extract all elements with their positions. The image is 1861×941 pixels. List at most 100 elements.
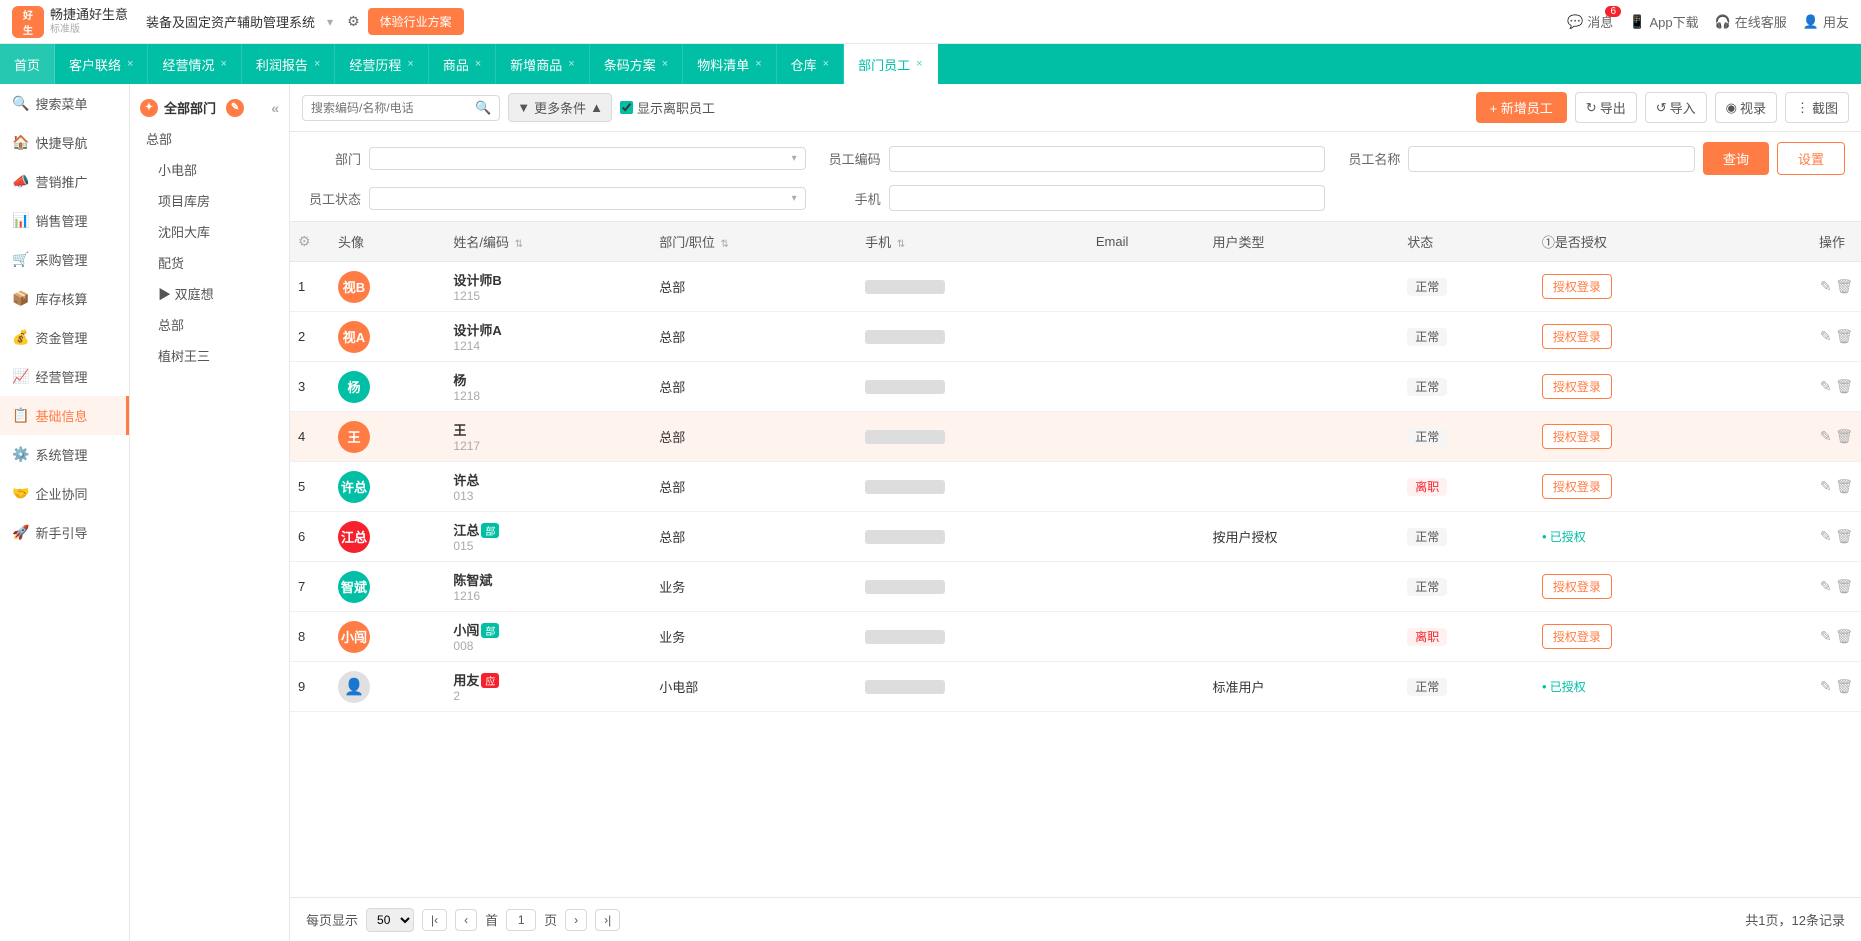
delete-icon[interactable]: 🗑 (1835, 678, 1853, 694)
user-btn[interactable]: 👤 用友 (1803, 12, 1849, 31)
edit-icon[interactable]: ✎ (1820, 628, 1832, 644)
status-select[interactable]: ▾ (369, 187, 806, 210)
edit-icon[interactable]: ✎ (1820, 428, 1832, 444)
message-btn[interactable]: 💬 消息 6 (1567, 12, 1613, 31)
dept-item-沈阳大库[interactable]: 沈阳大库 (130, 216, 289, 247)
close-icon[interactable]: × (568, 58, 574, 70)
sidebar-item-新手引导[interactable]: 🚀新手引导 (0, 513, 129, 552)
close-icon[interactable]: × (916, 58, 922, 70)
delete-icon[interactable]: 🗑 (1835, 528, 1853, 544)
show-resigned-checkbox[interactable] (620, 101, 633, 114)
close-icon[interactable]: × (314, 58, 320, 70)
close-icon[interactable]: × (220, 58, 226, 70)
col-settings[interactable]: ⚙ (290, 222, 330, 262)
dropdown-icon[interactable]: ▾ (327, 15, 333, 29)
trial-button[interactable]: 体验行业方案 (368, 8, 464, 35)
close-icon[interactable]: × (407, 58, 413, 70)
name-input[interactable] (1408, 146, 1695, 172)
dept-item-项目库房[interactable]: 项目库房 (130, 185, 289, 216)
nav-tab-条码方案[interactable]: 条码方案 × (590, 44, 683, 84)
close-icon[interactable]: × (755, 58, 761, 70)
delete-icon[interactable]: 🗑 (1835, 378, 1853, 394)
dept-edit-icon[interactable]: ✎ (226, 99, 244, 117)
sidebar-item-搜索菜单[interactable]: 🔍搜索菜单 (0, 84, 129, 123)
close-icon[interactable]: × (127, 58, 133, 70)
col-phone[interactable]: 手机 ⇅ (857, 222, 1088, 262)
nav-tab-仓库[interactable]: 仓库 × (777, 44, 844, 84)
set-btn[interactable]: 设置 (1777, 142, 1845, 175)
first-page-btn[interactable]: |‹ (422, 909, 447, 931)
dept-item-小电部[interactable]: 小电部 (130, 154, 289, 185)
sidebar-item-基础信息[interactable]: 📋基础信息 (0, 396, 129, 435)
sidebar-item-快捷导航[interactable]: 🏠快捷导航 (0, 123, 129, 162)
delete-icon[interactable]: 🗑 (1835, 428, 1853, 444)
col-dept[interactable]: 部门/职位 ⇅ (651, 222, 857, 262)
sidebar-item-经营管理[interactable]: 📈经营管理 (0, 357, 129, 396)
export-btn[interactable]: ↻ 导出 (1575, 92, 1637, 123)
sidebar-item-资金管理[interactable]: 💰资金管理 (0, 318, 129, 357)
page-size-select[interactable]: 50 (366, 908, 414, 932)
nav-tab-新增商品[interactable]: 新增商品 × (496, 44, 589, 84)
close-icon[interactable]: × (475, 58, 481, 70)
online-service-btn[interactable]: 🎧 在线客服 (1715, 12, 1787, 31)
auth-button[interactable]: 授权登录 (1542, 574, 1612, 599)
edit-icon[interactable]: ✎ (1820, 528, 1832, 544)
show-resigned-label[interactable]: 显示离职员工 (620, 98, 715, 117)
delete-icon[interactable]: 🗑 (1835, 278, 1853, 294)
auth-button[interactable]: 授权登录 (1542, 274, 1612, 299)
gear-icon[interactable]: ⚙ (347, 13, 360, 30)
dept-item-总部[interactable]: 总部 (130, 123, 289, 154)
close-icon[interactable]: × (823, 58, 829, 70)
sidebar-item-销售管理[interactable]: 📊销售管理 (0, 201, 129, 240)
edit-icon[interactable]: ✎ (1820, 328, 1832, 344)
sidebar-item-系统管理[interactable]: ⚙️系统管理 (0, 435, 129, 474)
auth-button[interactable]: 授权登录 (1542, 474, 1612, 499)
edit-icon[interactable]: ✎ (1820, 678, 1832, 694)
edit-icon[interactable]: ✎ (1820, 578, 1832, 594)
code-input[interactable] (889, 146, 1326, 172)
delete-icon[interactable]: 🗑 (1835, 628, 1853, 644)
import-btn[interactable]: ↺ 导入 (1645, 92, 1707, 123)
app-download-btn[interactable]: 📱 App下载 (1629, 12, 1698, 31)
auth-button[interactable]: 授权登录 (1542, 424, 1612, 449)
nav-tab-经营历程[interactable]: 经营历程 × (335, 44, 428, 84)
dept-item-总部[interactable]: 总部 (130, 309, 289, 340)
collapse-btn[interactable]: « (271, 100, 279, 116)
delete-icon[interactable]: 🗑 (1835, 328, 1853, 344)
nav-tab-利润报告[interactable]: 利润报告 × (242, 44, 335, 84)
search-input[interactable] (311, 101, 471, 115)
nav-tab-物料清单[interactable]: 物料清单 × (683, 44, 776, 84)
more-filter-btn[interactable]: ▼ 更多条件 ▲ (508, 93, 612, 122)
auth-button[interactable]: 授权登录 (1542, 624, 1612, 649)
sidebar-item-企业协同[interactable]: 🤝企业协同 (0, 474, 129, 513)
view-btn[interactable]: ◉ 视录 (1715, 92, 1777, 123)
sidebar-item-营销推广[interactable]: 📣营销推广 (0, 162, 129, 201)
dept-item-双庭想[interactable]: ▶ 双庭想 (130, 278, 289, 309)
nav-tab-部门员工[interactable]: 部门员工 × (844, 44, 937, 84)
close-icon[interactable]: × (662, 58, 668, 70)
nav-tab-商品[interactable]: 商品 × (429, 44, 496, 84)
add-employee-btn[interactable]: + 新增员工 (1476, 92, 1567, 123)
auth-button[interactable]: 授权登录 (1542, 374, 1612, 399)
delete-icon[interactable]: 🗑 (1835, 578, 1853, 594)
delete-icon[interactable]: 🗑 (1835, 478, 1853, 494)
more-btn[interactable]: ⋮ 截图 (1785, 92, 1849, 123)
auth-button[interactable]: 授权登录 (1542, 324, 1612, 349)
sidebar-item-库存核算[interactable]: 📦库存核算 (0, 279, 129, 318)
edit-icon[interactable]: ✎ (1820, 278, 1832, 294)
dept-select[interactable]: ▾ (369, 147, 806, 170)
edit-icon[interactable]: ✎ (1820, 478, 1832, 494)
dept-item-配货[interactable]: 配货 (130, 247, 289, 278)
prev-page-btn[interactable]: ‹ (455, 909, 477, 931)
nav-tab-客户联络[interactable]: 客户联络 × (55, 44, 148, 84)
query-btn[interactable]: 查询 (1703, 142, 1769, 175)
nav-tab-首页[interactable]: 首页 (0, 44, 55, 84)
dept-item-植树王三[interactable]: 植树王三 (130, 340, 289, 371)
edit-icon[interactable]: ✎ (1820, 378, 1832, 394)
col-name[interactable]: 姓名/编码 ⇅ (445, 222, 651, 262)
last-page-btn[interactable]: ›| (595, 909, 620, 931)
phone-input[interactable] (889, 185, 1326, 211)
sidebar-item-采购管理[interactable]: 🛒采购管理 (0, 240, 129, 279)
next-page-btn[interactable]: › (565, 909, 587, 931)
nav-tab-经营情况[interactable]: 经营情况 × (148, 44, 241, 84)
